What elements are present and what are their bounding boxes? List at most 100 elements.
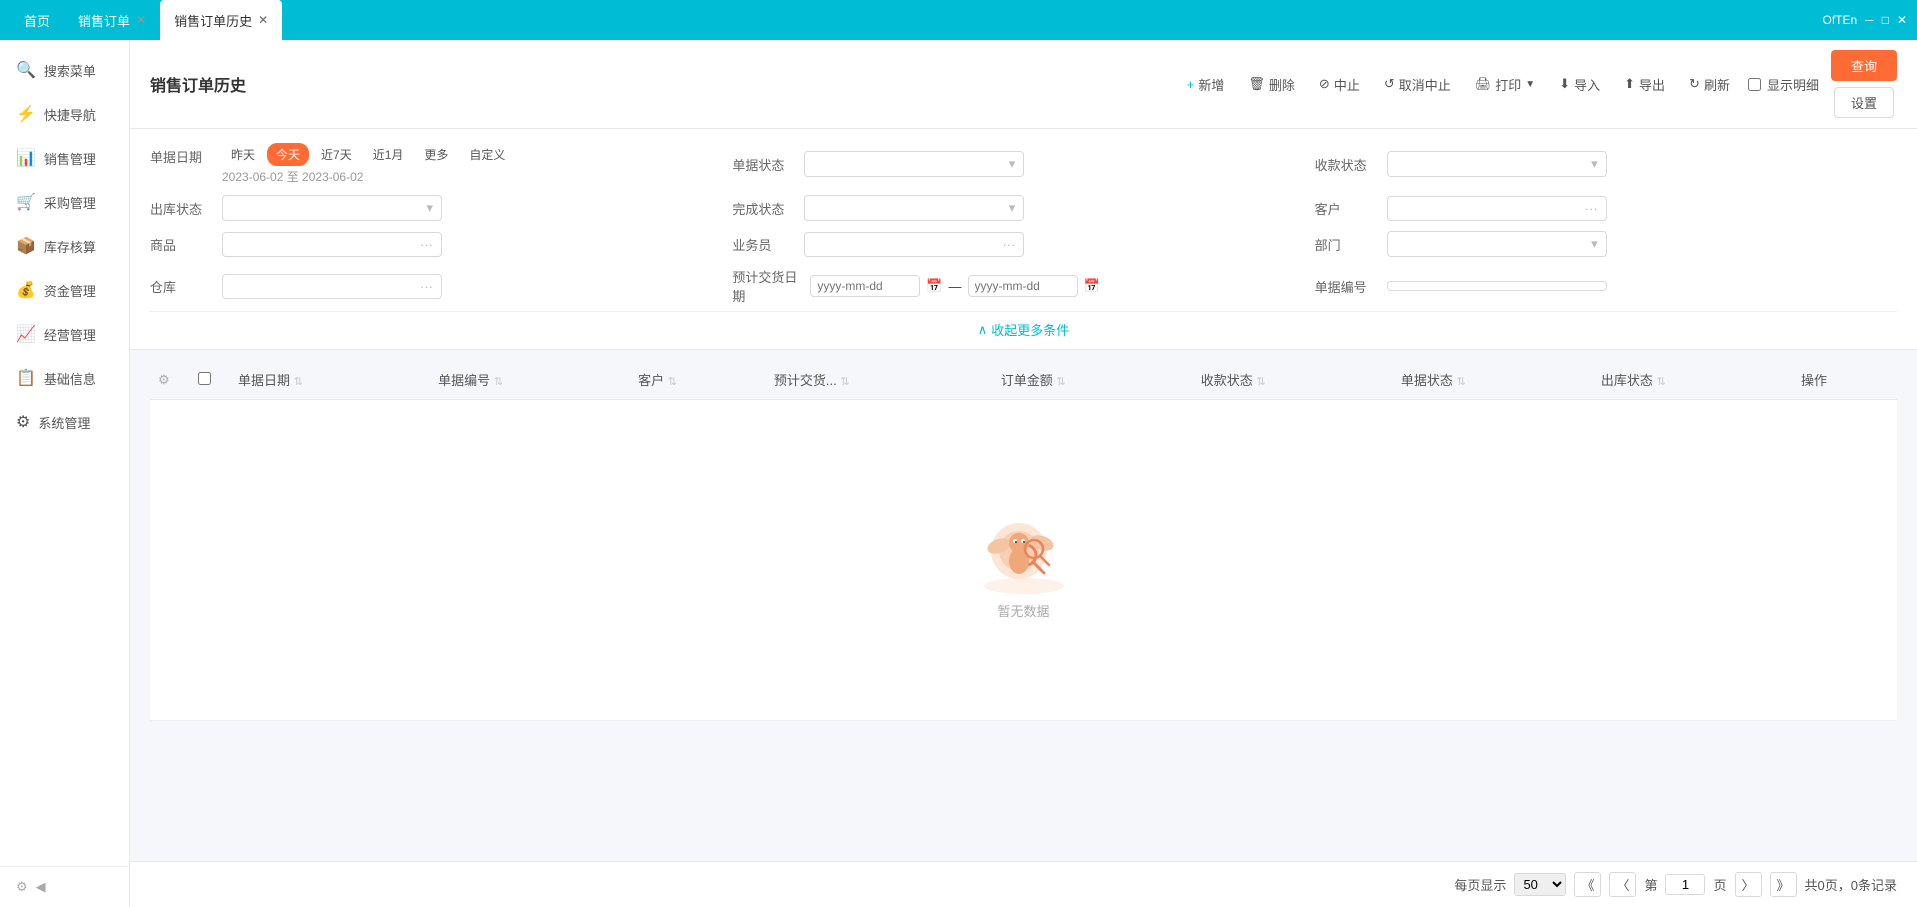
main-layout: 🔍 搜索菜单 ⚡ 快捷导航 📊 销售管理 🛒 采购管理 📦 库存核算 💰 资金管…: [0, 40, 1917, 907]
set-btn[interactable]: 设置: [1834, 87, 1894, 118]
sort-icon-number[interactable]: ⇅: [494, 376, 503, 388]
show-detail-toggle[interactable]: 显示明细: [1748, 75, 1819, 94]
sidebar-settings-icon[interactable]: ⚙: [16, 879, 28, 895]
sidebar-item-purchase[interactable]: 🛒 采购管理: [0, 180, 129, 224]
calendar-end-icon[interactable]: 📅: [1084, 278, 1100, 294]
col-header-date: 单据日期 ⇅: [230, 360, 430, 400]
next-page-btn[interactable]: 〉: [1735, 872, 1762, 897]
filter-doc-number: 单据编号: [1315, 267, 1897, 305]
sort-icon-outbound[interactable]: ⇅: [1657, 376, 1666, 388]
sidebar-item-operations[interactable]: 📈 经营管理: [0, 312, 129, 356]
date-separator: —: [949, 279, 962, 294]
select-all-checkbox[interactable]: [198, 372, 211, 385]
salesperson-dots-icon: ···: [1002, 237, 1015, 252]
add-icon: +: [1187, 77, 1195, 92]
filter-customer: 客户 ···: [1315, 195, 1897, 221]
import-btn[interactable]: ⬇ 导入: [1553, 71, 1606, 98]
prev-page-btn[interactable]: 〈: [1609, 872, 1636, 897]
print-icon: 🖨: [1475, 76, 1492, 92]
calendar-start-icon[interactable]: 📅: [926, 278, 942, 294]
tab-sales-order-history[interactable]: 销售订单历史 ✕: [160, 0, 282, 40]
query-btn[interactable]: 查询: [1831, 50, 1897, 81]
filter-delivery-date: 预计交货日期 📅 — 📅: [732, 267, 1314, 305]
total-text: 共0页，0条记录: [1805, 875, 1897, 894]
stop-icon: ⊘: [1319, 76, 1330, 92]
department-select[interactable]: ▾: [1387, 231, 1607, 257]
sort-icon-amount[interactable]: ⇅: [1056, 376, 1065, 388]
tab-sales-order[interactable]: 销售订单 ✕: [64, 0, 160, 40]
salesperson-input[interactable]: ···: [804, 232, 1024, 257]
filter-salesperson: 业务员 ···: [732, 231, 1314, 257]
maximize-btn[interactable]: □: [1882, 13, 1889, 27]
table-settings-icon[interactable]: ⚙: [158, 372, 170, 387]
finance-icon: 💰: [16, 280, 36, 300]
date-btn-yesterday[interactable]: 昨天: [222, 143, 264, 166]
sidebar-item-quick-nav[interactable]: ⚡ 快捷导航: [0, 92, 129, 136]
doc-status-select[interactable]: ▾: [804, 151, 1024, 177]
sort-icon-payment[interactable]: ⇅: [1256, 376, 1265, 388]
sidebar-item-basic-info[interactable]: 📋 基础信息: [0, 356, 129, 400]
date-btn-custom[interactable]: 自定义: [460, 143, 514, 166]
col-header-doc-status: 单据状态 ⇅: [1393, 360, 1593, 400]
filter-collapse-row: ∧ 收起更多条件: [150, 311, 1897, 343]
col-header-amount: 订单金额 ⇅: [993, 360, 1193, 400]
sidebar-item-sales[interactable]: 📊 销售管理: [0, 136, 129, 180]
date-btn-more[interactable]: 更多: [415, 143, 457, 166]
sidebar-item-finance[interactable]: 💰 资金管理: [0, 268, 129, 312]
delivery-date-start[interactable]: [810, 275, 920, 297]
last-page-btn[interactable]: 》: [1770, 872, 1797, 897]
sidebar-collapse-icon[interactable]: ◀: [36, 879, 46, 895]
outbound-status-select[interactable]: ▾: [222, 195, 442, 221]
page-size-select[interactable]: 50 20 100 200: [1514, 873, 1566, 896]
show-detail-checkbox[interactable]: [1748, 78, 1761, 91]
tab-home[interactable]: 首页: [10, 0, 64, 40]
product-dots-icon: ···: [420, 237, 433, 252]
export-btn[interactable]: ⬆ 导出: [1618, 71, 1671, 98]
empty-state: 暂无数据: [158, 410, 1889, 710]
doc-number-label: 单据编号: [1315, 277, 1387, 296]
col-header-action: 操作: [1793, 360, 1897, 400]
sidebar-item-search[interactable]: 🔍 搜索菜单: [0, 48, 129, 92]
top-bar: 首页 销售订单 ✕ 销售订单历史 ✕ OfTEn ─ □ ✕: [0, 0, 1917, 40]
sort-icon-customer[interactable]: ⇅: [668, 376, 677, 388]
page-number-input[interactable]: [1665, 874, 1705, 895]
window-close-btn[interactable]: ✕: [1897, 13, 1907, 27]
date-btn-1month[interactable]: 近1月: [364, 143, 413, 166]
dept-arrow: ▾: [1591, 236, 1598, 252]
print-btn[interactable]: 🖨 打印 ▼: [1469, 71, 1541, 98]
cancel-stop-btn[interactable]: ↺ 取消中止: [1378, 71, 1457, 98]
sort-icon-doc-status[interactable]: ⇅: [1456, 376, 1465, 388]
stop-btn[interactable]: ⊘ 中止: [1313, 71, 1366, 98]
filter-department: 部门 ▾: [1315, 231, 1897, 257]
product-input[interactable]: ···: [222, 232, 442, 257]
sort-icon-date[interactable]: ⇅: [294, 376, 303, 388]
warehouse-input[interactable]: ···: [222, 274, 442, 299]
sidebar-item-inventory[interactable]: 📦 库存核算: [0, 224, 129, 268]
refresh-btn[interactable]: ↻ 刷新: [1683, 71, 1736, 98]
close-tab-sales-order-history[interactable]: ✕: [258, 13, 268, 27]
sidebar-item-system[interactable]: ⚙ 系统管理: [0, 400, 129, 444]
sort-icon-delivery[interactable]: ⇅: [840, 376, 849, 388]
add-btn[interactable]: + 新增: [1181, 71, 1231, 98]
date-btn-today[interactable]: 今天: [267, 143, 309, 166]
warehouse-label: 仓库: [150, 277, 222, 296]
product-label: 商品: [150, 235, 222, 254]
complete-status-label: 完成状态: [732, 199, 804, 218]
search-menu-icon: 🔍: [16, 60, 36, 80]
customer-input[interactable]: ···: [1387, 196, 1607, 221]
pagination: 每页显示 50 20 100 200 《 〈 第 页 〉 》 共0页，0条记录: [130, 861, 1917, 907]
filter-doc-status: 单据状态 ▾: [732, 143, 1314, 185]
collapse-btn[interactable]: ∧ 收起更多条件: [978, 316, 1070, 343]
payment-status-arrow: ▾: [1591, 156, 1598, 172]
payment-status-select[interactable]: ▾: [1387, 151, 1607, 177]
minimize-btn[interactable]: ─: [1865, 13, 1874, 27]
date-btn-7days[interactable]: 近7天: [312, 143, 361, 166]
delivery-date-end[interactable]: [968, 275, 1078, 297]
complete-status-select[interactable]: ▾: [804, 195, 1024, 221]
delete-btn[interactable]: 🗑 删除: [1242, 71, 1301, 98]
close-tab-sales-order[interactable]: ✕: [136, 13, 146, 27]
doc-number-input[interactable]: [1387, 281, 1607, 291]
basic-info-icon: 📋: [16, 368, 36, 388]
filter-date: 单据日期 昨天 今天 近7天 近1月 更多 自定义 2023-06-02 至 2…: [150, 143, 732, 185]
first-page-btn[interactable]: 《: [1574, 872, 1601, 897]
